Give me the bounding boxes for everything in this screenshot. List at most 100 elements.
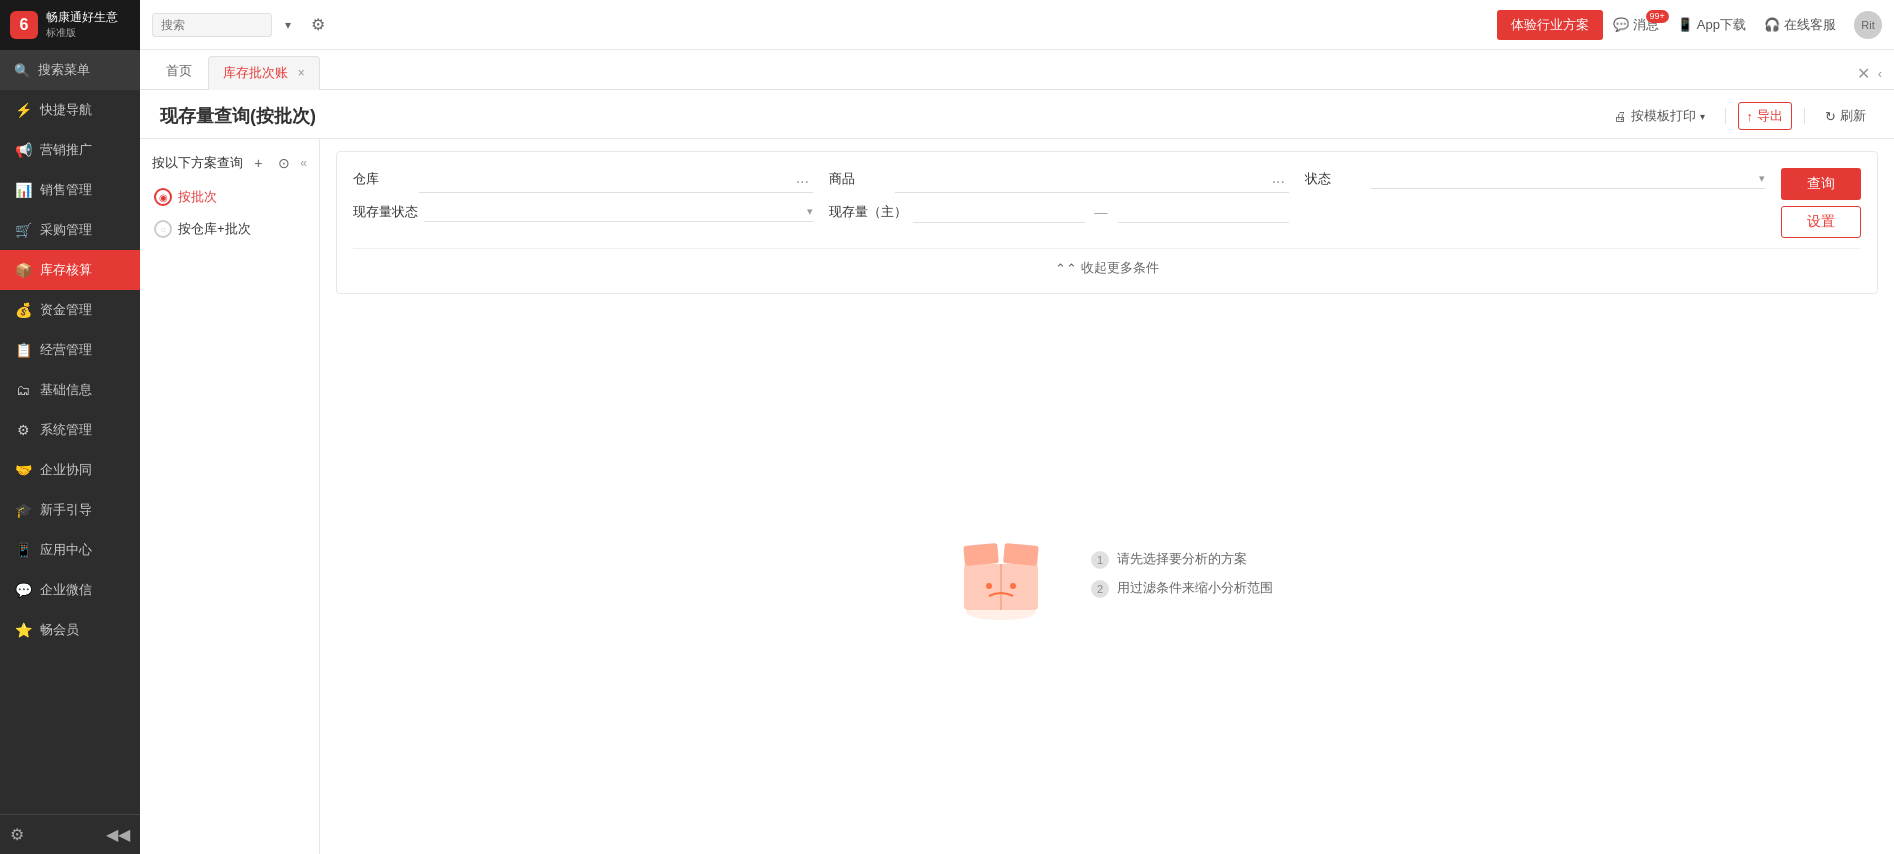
search-menu-item[interactable]: 🔍 搜索菜单 [0, 50, 140, 90]
enterprise-label: 企业协同 [40, 461, 92, 479]
tip-1-text: 请先选择要分析的方案 [1117, 550, 1247, 568]
inventory-icon: 📦 [14, 261, 32, 279]
sidebar-collapse-icon[interactable]: ◀◀ [106, 825, 130, 844]
warehouse-label: 仓库 [353, 170, 413, 188]
content-body: 按以下方案查询 + ⊙ « ◉ 按批次 ○ 按仓库+批次 [140, 139, 1894, 854]
messages-button[interactable]: 💬 消息 99+ [1613, 16, 1659, 34]
sidebar-item-app-center[interactable]: 📱 应用中心 [0, 530, 140, 570]
sidebar-item-finance[interactable]: 💰 资金管理 [0, 290, 140, 330]
status-dropdown-icon[interactable]: ▾ [1759, 172, 1765, 185]
message-icon: 💬 [1613, 17, 1629, 32]
marketing-icon: 📢 [14, 141, 32, 159]
status-filter: 状态 ▾ [1305, 164, 1765, 193]
header-divider-1 [1725, 108, 1726, 124]
sidebar-item-newbie[interactable]: 🎓 新手引导 [0, 490, 140, 530]
sidebar-item-inventory[interactable]: 📦 库存核算 [0, 250, 140, 290]
topbar-gear-icon[interactable]: ⚙ [304, 11, 332, 39]
tab-panel-close-btn[interactable]: ✕ ‹ [1857, 64, 1882, 89]
online-service-button[interactable]: 🎧 在线客服 [1764, 16, 1836, 34]
status-label: 状态 [1305, 170, 1365, 188]
tip-num-1: 1 [1091, 551, 1109, 569]
scheme-item-warehouse-batch[interactable]: ○ 按仓库+批次 [140, 213, 319, 245]
export-button[interactable]: ↑ 导出 [1738, 102, 1793, 130]
close-panel-icon: ✕ [1857, 64, 1870, 83]
query-button[interactable]: 查询 [1781, 168, 1861, 200]
status-select-box: ▾ [1371, 169, 1765, 189]
stock-qty-label: 现存量（主） [829, 203, 907, 221]
warehouse-input-box: ... [419, 164, 813, 193]
tip-num-2: 2 [1091, 580, 1109, 598]
warehouse-dots-btn[interactable]: ... [792, 167, 813, 189]
operations-label: 经营管理 [40, 341, 92, 359]
sidebar-item-operations[interactable]: 📋 经营管理 [0, 330, 140, 370]
sidebar-nav: ⚡ 快捷导航 📢 营销推广 📊 销售管理 🛒 采购管理 📦 库存核算 💰 资金管… [0, 90, 140, 814]
collapse-more-btn[interactable]: ⌃⌃ 收起更多条件 [1051, 255, 1163, 281]
page-title: 现存量查询(按批次) [160, 104, 316, 128]
system-label: 系统管理 [40, 421, 92, 439]
tab-home[interactable]: 首页 [152, 55, 206, 89]
sidebar-item-enterprise[interactable]: 🤝 企业协同 [0, 450, 140, 490]
product-label: 商品 [829, 170, 889, 188]
search-icon: 🔍 [14, 63, 30, 78]
svg-point-5 [986, 583, 992, 589]
quick-nav-label: 快捷导航 [40, 101, 92, 119]
topbar-right: 💬 消息 99+ 📱 App下载 🎧 在线客服 Rit [1613, 11, 1882, 39]
sales-icon: 📊 [14, 181, 32, 199]
refresh-icon: ↻ [1825, 109, 1836, 124]
stock-qty-filter: 现存量（主） — [829, 201, 1289, 223]
print-button[interactable]: 🖨 按模板打印 ▾ [1606, 103, 1713, 129]
collapse-left-panel-btn[interactable]: « [300, 156, 307, 170]
product-input[interactable] [895, 171, 1264, 186]
stock-qty-max-input[interactable] [1118, 204, 1290, 219]
product-filter: 商品 ... [829, 164, 1289, 193]
product-dots-btn[interactable]: ... [1268, 167, 1289, 189]
settings-button[interactable]: 设置 [1781, 206, 1861, 238]
refresh-button[interactable]: ↻ 刷新 [1817, 103, 1874, 129]
refresh-label: 刷新 [1840, 107, 1866, 125]
sidebar-item-basic-info[interactable]: 🗂 基础信息 [0, 370, 140, 410]
stock-status-label: 现存量状态 [353, 203, 418, 221]
stock-qty-min-box [913, 201, 1085, 223]
sidebar-item-marketing[interactable]: 📢 营销推广 [0, 130, 140, 170]
company-name: 畅康通好生意 [46, 10, 118, 26]
scheme-item-batch[interactable]: ◉ 按批次 [140, 181, 319, 213]
basic-info-icon: 🗂 [14, 381, 32, 399]
topbar-dropdown-icon[interactable]: ▾ [276, 13, 300, 37]
newbie-label: 新手引导 [40, 501, 92, 519]
topbar: ▾ ⚙ 体验行业方案 💬 消息 99+ 📱 App下载 🎧 在线客服 Rit [140, 0, 1894, 50]
sidebar-item-system[interactable]: ⚙ 系统管理 [0, 410, 140, 450]
stock-status-select-box: ▾ [424, 202, 813, 222]
settings-footer-icon[interactable]: ⚙ [10, 825, 24, 844]
finance-icon: 💰 [14, 301, 32, 319]
svg-point-6 [1010, 583, 1016, 589]
app-download-label: App下载 [1697, 16, 1746, 34]
tab-batch-account[interactable]: 库存批次账 × [208, 56, 320, 90]
user-profile-button[interactable]: Rit [1854, 11, 1882, 39]
add-scheme-button[interactable]: + [248, 153, 268, 173]
stock-status-dropdown-icon[interactable]: ▾ [807, 205, 813, 218]
sidebar-item-wechat[interactable]: 💬 企业微信 [0, 570, 140, 610]
warehouse-input[interactable] [419, 171, 788, 186]
topbar-search-area: ▾ ⚙ [152, 11, 1487, 39]
topbar-search-input[interactable] [152, 13, 272, 37]
app-center-icon: 📱 [14, 541, 32, 559]
purchase-label: 采购管理 [40, 221, 92, 239]
stock-status-filter: 现存量状态 ▾ [353, 201, 813, 223]
sidebar-item-member[interactable]: ⭐ 畅会员 [0, 610, 140, 650]
app-center-label: 应用中心 [40, 541, 92, 559]
main-area: ▾ ⚙ 体验行业方案 💬 消息 99+ 📱 App下载 🎧 在线客服 Rit [140, 0, 1894, 854]
scheme-settings-icon[interactable]: ⊙ [274, 153, 294, 173]
tab-close-icon[interactable]: × [298, 66, 305, 80]
stock-qty-min-input[interactable] [913, 204, 1085, 219]
sidebar-item-sales[interactable]: 📊 销售管理 [0, 170, 140, 210]
app-version: 标准版 [46, 26, 118, 40]
purchase-icon: 🛒 [14, 221, 32, 239]
sidebar-item-purchase[interactable]: 🛒 采购管理 [0, 210, 140, 250]
tab-batch-label: 库存批次账 [223, 65, 288, 80]
tabbar: 首页 库存批次账 × ✕ ‹ [140, 50, 1894, 90]
sidebar-item-quick-nav[interactable]: ⚡ 快捷导航 [0, 90, 140, 130]
enterprise-icon: 🤝 [14, 461, 32, 479]
app-download-button[interactable]: 📱 App下载 [1677, 16, 1746, 34]
online-service-label: 在线客服 [1784, 16, 1836, 34]
trial-button[interactable]: 体验行业方案 [1497, 10, 1603, 40]
